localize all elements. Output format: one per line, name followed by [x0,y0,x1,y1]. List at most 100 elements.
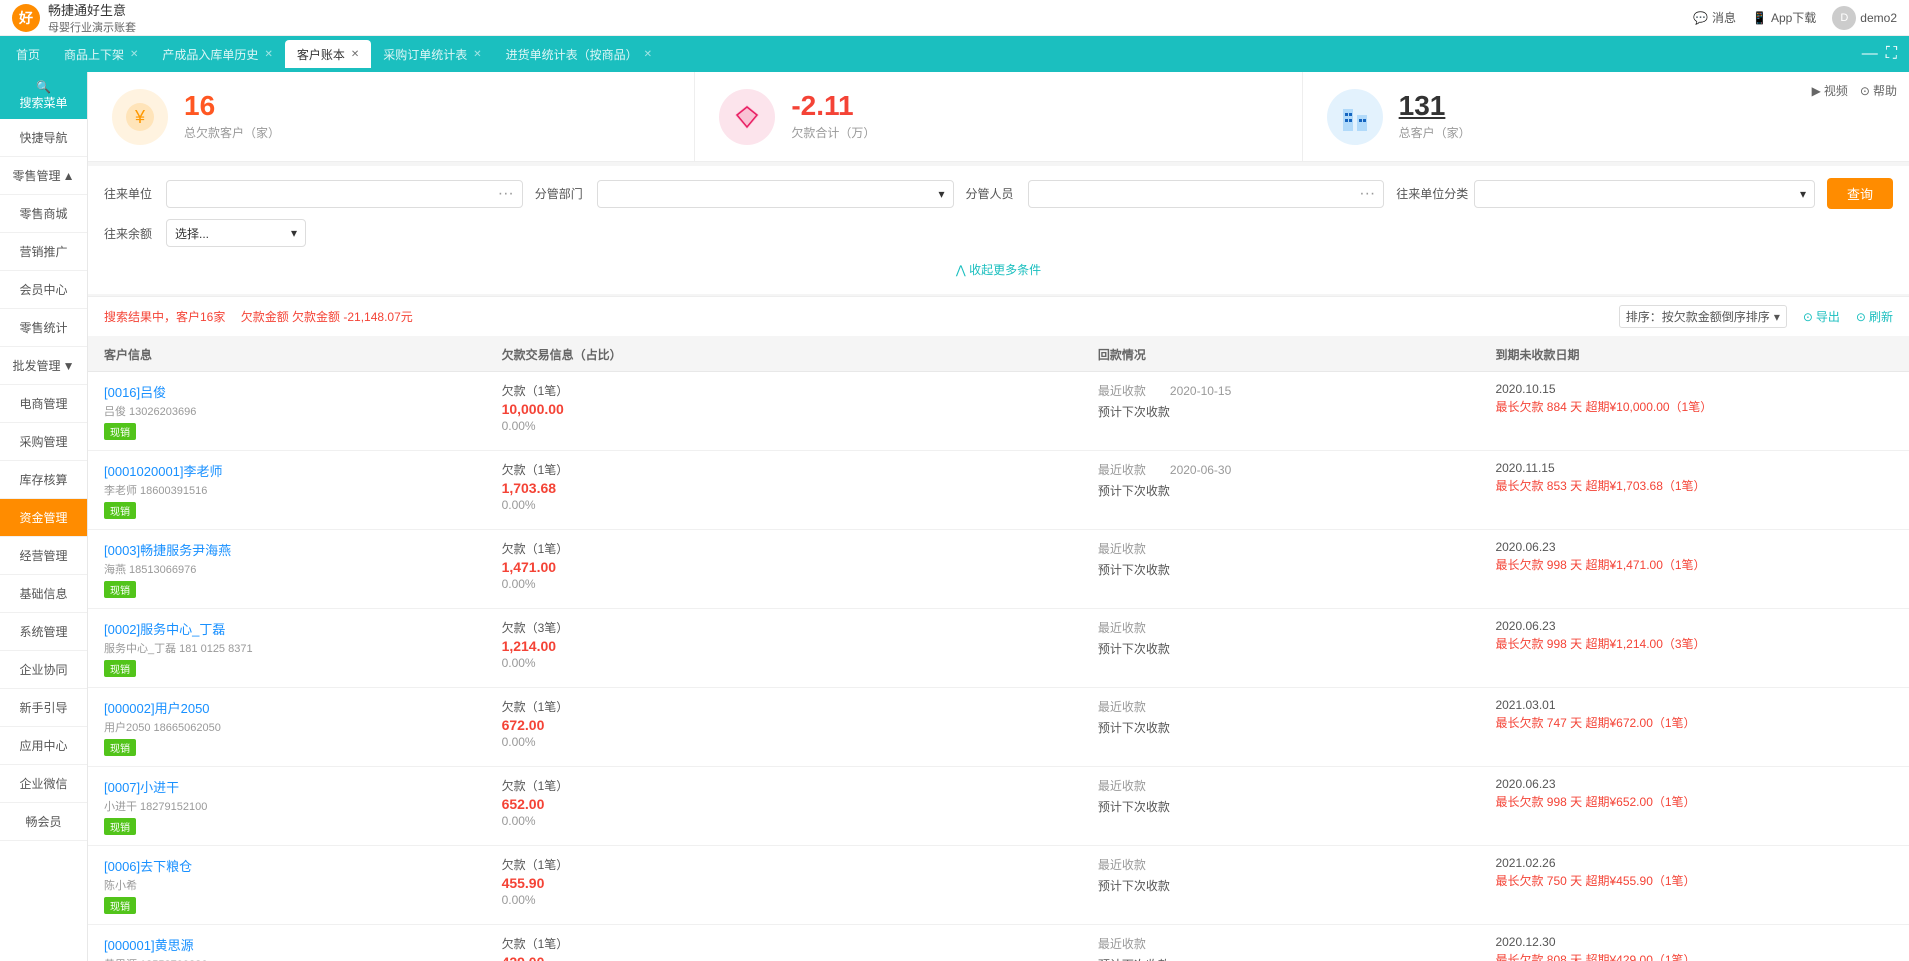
tab-home[interactable]: 首页 [4,40,52,68]
customer-link-4[interactable]: [0002]服务中心_丁磊 [104,622,225,637]
filter-person-label: 分管人员 [966,185,1022,202]
tab-history[interactable]: 产成品入库单历史 ✕ [150,40,284,68]
filter-area: 往来单位 ··· 分管部门 ▾ 分管人员 [88,166,1909,294]
td-debt-4: 欠款（3笔） 1,214.00 0.00% [502,619,1098,670]
chevron-down-sort-icon: ▾ [1774,310,1780,324]
td-debt-2: 欠款（1笔） 1,703.68 0.00% [502,461,1098,512]
search-button[interactable]: 查询 [1827,178,1893,209]
customer-tag-3: 现销 [104,581,136,598]
sidebar-item-marketing[interactable]: 营销推广 [0,233,87,271]
results-info-text: 搜索结果中，客户16家 [104,310,225,324]
tab-inventory-close[interactable]: ✕ [644,49,652,60]
tab-purchase[interactable]: 采购订单统计表 ✕ [371,40,493,68]
tab-inventory[interactable]: 进货单统计表（按商品） ✕ [494,40,664,68]
sidebar-item-basic[interactable]: 基础信息 [0,575,87,613]
export-btn[interactable]: ⊙ 导出 [1803,308,1840,325]
export-label: 导出 [1816,308,1840,325]
sidebar-item-retail-stats[interactable]: 零售统计 [0,309,87,347]
sidebar-item-business[interactable]: 经营管理 [0,537,87,575]
sidebar-item-member[interactable]: 会员中心 [0,271,87,309]
sidebar-item-corp-wechat[interactable]: 企业微信 [0,765,87,803]
person-dots[interactable]: ··· [1359,185,1375,203]
tab-account[interactable]: 客户账本 ✕ [285,40,371,68]
filter-balance: 往来余额 选择... ▾ [104,219,384,247]
td-due-4: 2020.06.23 最长欠款 998 天 超期¥1,214.00（3笔） [1495,619,1893,652]
customer-link-6[interactable]: [0007]小进干 [104,780,179,795]
chevron-down-dept-icon: ▾ [938,187,944,201]
customer-tag-2: 现销 [104,502,136,519]
logo-icon: 好 [12,4,40,32]
sidebar-item-retail-mgmt[interactable]: 零售管理 ▲ [0,157,87,195]
due-overdue-6: 最长欠款 998 天 超期¥652.00（1笔） [1495,793,1893,810]
td-return-7: 最近收款 预计下次收款 [1098,856,1496,894]
sidebar-quick-nav-label: 快捷导航 [19,131,67,145]
th-due: 到期未收款日期 [1495,346,1893,363]
message-btn[interactable]: 💬 消息 [1693,9,1736,26]
help-icon: ⊙ [1860,84,1870,98]
sidebar-item-app-center[interactable]: 应用中心 [0,727,87,765]
help-btn[interactable]: ⊙ 帮助 [1860,82,1897,99]
sidebar-item-inventory[interactable]: 库存核算 [0,461,87,499]
customer-link-5[interactable]: [000002]用户2050 [104,701,210,716]
sidebar-item-ecommerce[interactable]: 电商管理 [0,385,87,423]
tab-purchase-close[interactable]: ✕ [473,49,481,60]
customer-link-7[interactable]: [0006]去下粮仓 [104,859,192,874]
return-label-6: 最近收款 [1098,777,1496,794]
debt-amount-6: 652.00 [502,796,1098,812]
source-unit-dots[interactable]: ··· [498,185,514,203]
svg-text:¥: ¥ [134,107,146,127]
sidebar-search[interactable]: 🔍 搜索菜单 [0,72,87,119]
tab-history-label: 产成品入库单历史 [162,46,258,63]
customer-link-8[interactable]: [000001]黄思源 [104,938,194,953]
sidebar-item-finance[interactable]: 资金管理 [0,499,87,537]
unit-class-select[interactable]: ▾ [1474,180,1815,208]
sidebar-item-member-plus[interactable]: 畅会员 [0,803,87,841]
tab-products[interactable]: 商品上下架 ✕ [52,40,150,68]
sidebar-item-retail-store[interactable]: 零售商城 [0,195,87,233]
person-input[interactable]: ··· [1028,180,1385,208]
due-overdue-4: 最长欠款 998 天 超期¥1,214.00（3笔） [1495,635,1893,652]
sidebar-item-guide[interactable]: 新手引导 [0,689,87,727]
refresh-btn[interactable]: ⊙ 刷新 [1856,308,1893,325]
sidebar-item-purchase[interactable]: 采购管理 [0,423,87,461]
debt-percent-6: 0.00% [502,814,1098,828]
debt-count-4: 欠款（3笔） [502,619,1098,636]
sidebar-item-corp[interactable]: 企业协同 [0,651,87,689]
tab-maximize-btn[interactable]: ⛶ [1886,46,1897,62]
debt-count-6: 欠款（1笔） [502,777,1098,794]
tab-minimize-btn[interactable]: — [1862,46,1878,62]
sidebar-corp-wechat-label: 企业微信 [19,777,67,791]
tab-history-close[interactable]: ✕ [264,49,272,60]
td-debt-5: 欠款（1笔） 672.00 0.00% [502,698,1098,749]
debt-percent-4: 0.00% [502,656,1098,670]
customer-phone-5: 用户2050 18665062050 [104,719,502,735]
top-right-actions: 💬 消息 📱 App下载 D demo2 [1693,6,1897,30]
sidebar-ecommerce-label: 电商管理 [19,397,67,411]
table-row: [0003]畅捷服务尹海燕 海燕 18513066976 现销 欠款（1笔） 1… [88,530,1909,609]
source-unit-input[interactable]: ··· [166,180,523,208]
customer-link-3[interactable]: [0003]畅捷服务尹海燕 [104,543,231,558]
return-label-7: 最近收款 [1098,856,1496,873]
customer-link-2[interactable]: [0001020001]李老师 [104,464,223,479]
stat-top-right: ▶ 视频 ⊙ 帮助 [1812,82,1897,99]
due-date-5: 2021.03.01 [1495,698,1893,712]
table-row: [0002]服务中心_丁磊 服务中心_丁磊 181 0125 8371 现销 欠… [88,609,1909,688]
collapse-btn[interactable]: ⋀ 收起更多条件 [104,257,1893,282]
dept-select[interactable]: ▾ [597,180,954,208]
video-btn[interactable]: ▶ 视频 [1812,82,1848,99]
sort-select[interactable]: 排序：按欠款金额倒序排序 ▾ [1619,305,1787,328]
customer-phone-4: 服务中心_丁磊 181 0125 8371 [104,640,502,656]
tab-account-close[interactable]: ✕ [351,49,359,60]
balance-select[interactable]: 选择... ▾ [166,219,306,247]
sidebar-item-wholesale[interactable]: 批发管理 ▼ [0,347,87,385]
tab-products-close[interactable]: ✕ [130,49,138,60]
sidebar-item-quick-nav[interactable]: 快捷导航 [0,119,87,157]
td-return-8: 最近收款 预计下次收款 [1098,935,1496,961]
customer-link-1[interactable]: [0016]吕俊 [104,385,166,400]
sidebar-basic-label: 基础信息 [19,587,67,601]
sidebar-item-system[interactable]: 系统管理 [0,613,87,651]
app-download-btn[interactable]: 📱 App下载 [1752,9,1816,26]
td-return-5: 最近收款 预计下次收款 [1098,698,1496,736]
user-profile[interactable]: D demo2 [1832,6,1897,30]
table-row: [000001]黄思源 黄思源 13552700226 现销 欠款（1笔） 42… [88,925,1909,961]
